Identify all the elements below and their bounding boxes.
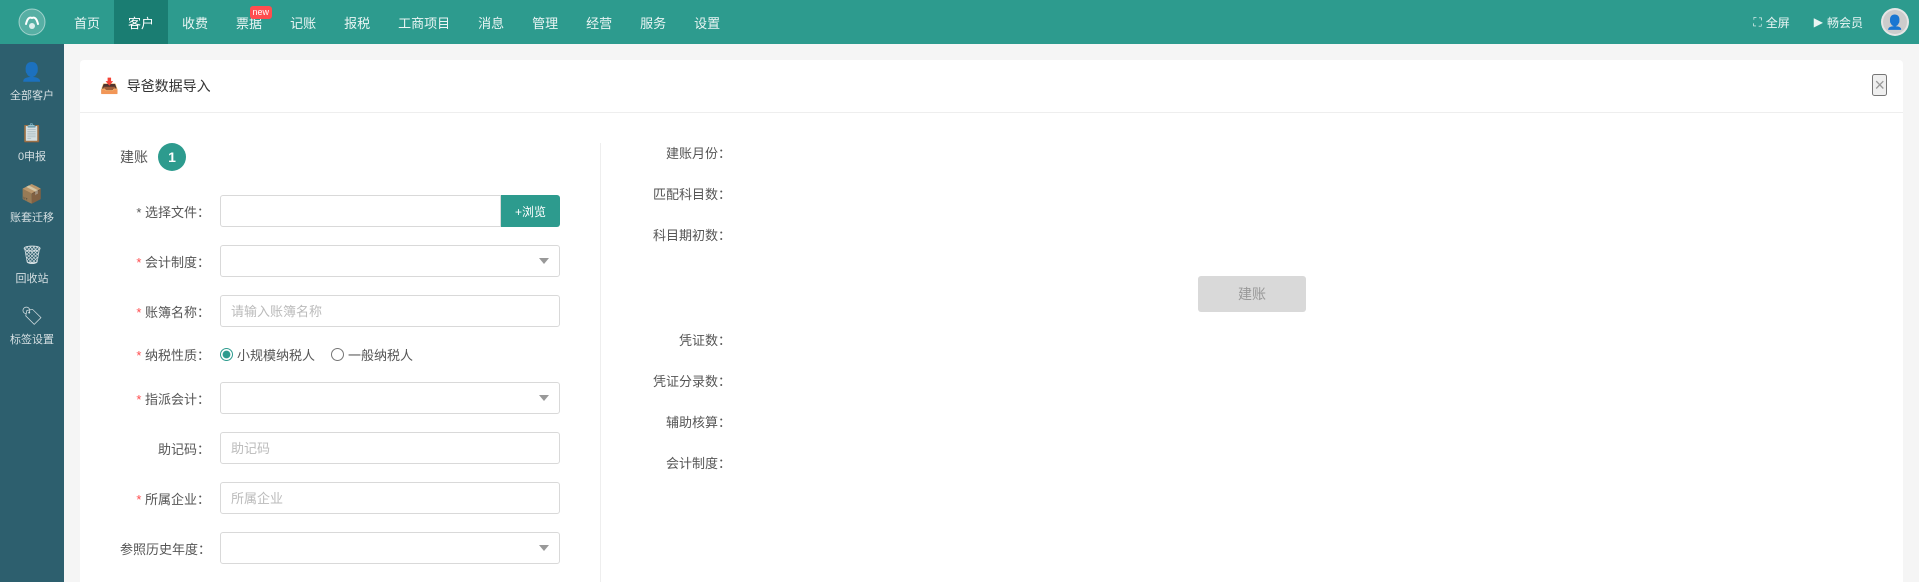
account-name-label: 账簿名称： [120,302,210,321]
migrate-icon: 📦 [21,184,43,205]
aux-label: 辅助核算： [641,412,731,431]
logo[interactable] [10,0,54,44]
top-nav: 首页 客户 收费 票据 new 记账 报税 工商项目 消息 管理 经营 服务 设… [0,0,1919,44]
tag-icon: 🏷 [21,306,44,327]
nav-operation[interactable]: 经营 [572,0,626,44]
sidebar: 👤 全部客户 📋 0申报 📦 账套迁移 🗑 回收站 🏷 标签设置 [0,44,64,582]
company-input[interactable] [220,482,560,514]
nav-service[interactable]: 服务 [626,0,680,44]
voucher-row: 凭证数： [641,330,1863,349]
form-area: 建账 1 * 选择文件： +浏览 会计制度： [80,113,1903,582]
panel-title: 导爸数据导入 [127,76,211,96]
build-btn-wrap: 建账 [641,266,1863,312]
accounting-row: 会计制度： [120,245,560,277]
layout: 👤 全部客户 📋 0申报 📦 账套迁移 🗑 回收站 🏷 标签设置 📥 导爸数据导… [0,44,1919,582]
memo-input[interactable] [220,432,560,464]
init-row: 科目期初数： [641,225,1863,244]
main-content: 📥 导爸数据导入 × 建账 1 * 选择文件： [64,44,1919,582]
aux-row: 辅助核算： [641,412,1863,431]
accounting-select[interactable] [220,245,560,277]
voucher-entries-row: 凭证分录数： [641,371,1863,390]
sidebar-item-all-customers[interactable]: 👤 全部客户 [0,52,64,113]
history-row: 参照历史年度： [120,532,560,564]
tax-small-radio[interactable] [220,348,233,361]
step-label: 建账 [120,147,148,167]
sidebar-item-recycle[interactable]: 🗑 回收站 [0,235,64,296]
avatar[interactable]: 👤 [1881,8,1909,36]
nav-message[interactable]: 消息 [464,0,518,44]
tax-radio-group: 小规模纳税人 一般纳税人 [220,345,413,364]
close-button[interactable]: × [1872,74,1887,96]
sidebar-item-zero-declare[interactable]: 📋 0申报 [0,113,64,174]
all-customers-icon: 👤 [21,62,43,83]
accounting-label: 会计制度： [120,252,210,271]
fullscreen-icon: ⛶ [1753,15,1761,30]
fullscreen-btn[interactable]: ⛶ 全屏 [1747,14,1795,31]
file-input[interactable] [220,195,501,227]
tax-general-radio[interactable] [331,348,344,361]
voucher-entries-label: 凭证分录数： [641,371,731,390]
browse-button[interactable]: +浏览 [501,195,560,227]
tax-general[interactable]: 一般纳税人 [331,345,413,364]
nav-fee[interactable]: 收费 [168,0,222,44]
declare-icon: 📋 [21,123,43,144]
memo-row: 助记码： [120,432,560,464]
init-label: 科目期初数： [641,225,731,244]
step-header: 建账 1 [120,143,560,171]
nav-manage[interactable]: 管理 [518,0,572,44]
match-label: 匹配科目数： [641,184,731,203]
account-name-input[interactable] [220,295,560,327]
nav-home[interactable]: 首页 [60,0,114,44]
nav-business[interactable]: 工商项目 [384,0,464,44]
panel-header-icon: 📥 [100,77,119,95]
history-label: 参照历史年度： [120,539,210,558]
file-input-group: +浏览 [220,195,560,227]
nav-settings[interactable]: 设置 [680,0,734,44]
accounting-system-row: 会计制度： [641,453,1863,472]
match-row: 匹配科目数： [641,184,1863,203]
sidebar-item-tag-settings[interactable]: 🏷 标签设置 [0,296,64,357]
sidebar-item-migrate[interactable]: 📦 账套迁移 [0,174,64,235]
accountant-row: 指派会计： [120,382,560,414]
accountant-select[interactable] [220,382,560,414]
company-row: 所属企业： [120,482,560,514]
build-button[interactable]: 建账 [1198,276,1306,312]
panel: 📥 导爸数据导入 × 建账 1 * 选择文件： [80,60,1903,582]
step-number: 1 [158,143,186,171]
recycle-icon: 🗑 [21,245,44,266]
vip-btn[interactable]: ▶ 畅会员 [1808,14,1869,31]
nav-bookkeeping[interactable]: 记账 [276,0,330,44]
nav-right: ⛶ 全屏 ▶ 畅会员 👤 [1747,8,1909,36]
month-label: 建账月份： [641,143,731,162]
tax-row: 纳税性质： 小规模纳税人 一般纳税人 [120,345,560,364]
nav-tax[interactable]: 报税 [330,0,384,44]
accounting-system-label: 会计制度： [641,453,731,472]
memo-label: 助记码： [120,439,210,458]
month-row: 建账月份： [641,143,1863,162]
nav-invoice[interactable]: 票据 new [222,0,276,44]
tax-label: 纳税性质： [120,345,210,364]
voucher-label: 凭证数： [641,330,731,349]
new-badge: new [250,6,273,19]
file-label: * 选择文件： [120,202,210,221]
account-name-row: 账簿名称： [120,295,560,327]
file-row: * 选择文件： +浏览 [120,195,560,227]
company-label: 所属企业： [120,489,210,508]
form-right: 建账月份： 匹配科目数： 科目期初数： 建账 [600,143,1863,582]
form-left: 建账 1 * 选择文件： +浏览 会计制度： [120,143,600,582]
nav-customer[interactable]: 客户 [114,0,168,44]
vip-icon: ▶ [1814,15,1823,29]
accountant-label: 指派会计： [120,389,210,408]
panel-header: 📥 导爸数据导入 × [80,60,1903,113]
tax-small-scale[interactable]: 小规模纳税人 [220,345,315,364]
history-select[interactable] [220,532,560,564]
